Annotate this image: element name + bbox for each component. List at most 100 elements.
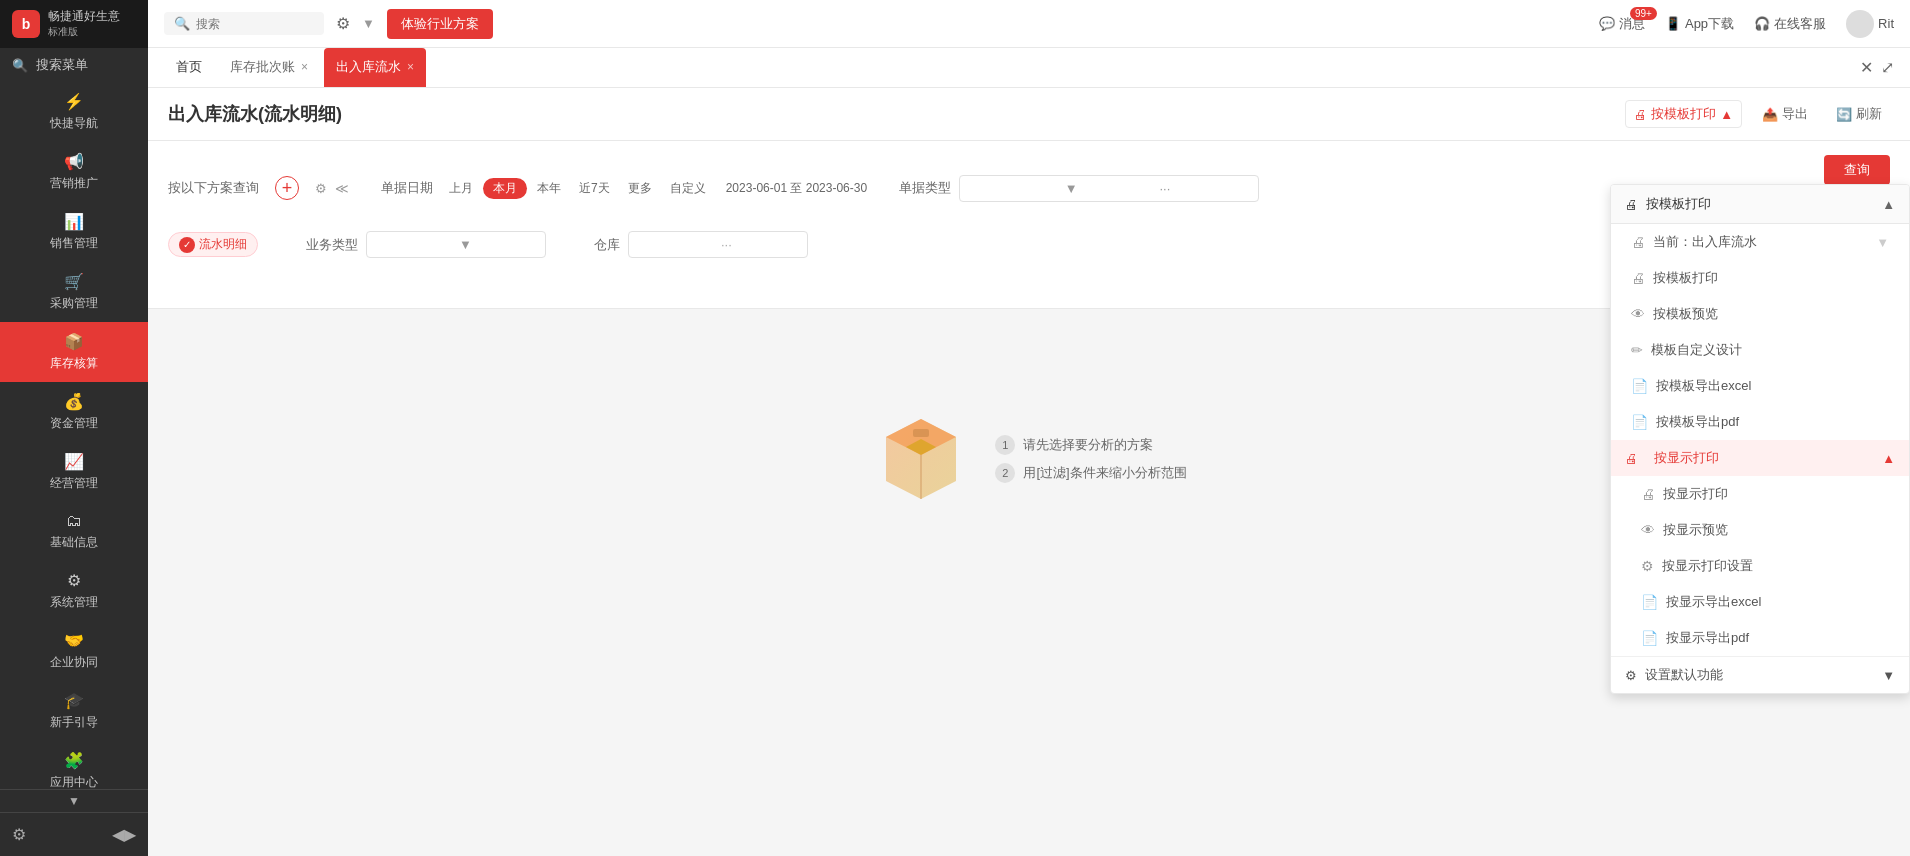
tab-inventory-batch-close[interactable]: ×	[301, 60, 308, 74]
display-excel-label: 按显示导出excel	[1666, 593, 1889, 611]
topbar-gear-icon[interactable]: ⚙	[336, 14, 350, 33]
filter-collapse-icon[interactable]: ≪	[335, 181, 349, 196]
sidebar-item-finance[interactable]: 💰 资金管理	[0, 382, 148, 442]
display-excel-icon: 📄	[1641, 594, 1658, 610]
sidebar-item-marketing[interactable]: 📢 营销推广	[0, 142, 148, 202]
message-badge: 99+	[1630, 7, 1657, 20]
sidebar-item-system[interactable]: ⚙ 系统管理	[0, 561, 148, 621]
filter-settings-icon[interactable]: ⚙	[315, 181, 327, 196]
date-option-last-month[interactable]: 上月	[441, 178, 481, 199]
dropdown-item-display-print[interactable]: 🖨 按显示打印	[1611, 476, 1909, 512]
window-close-button[interactable]: ✕	[1860, 58, 1873, 77]
export-button[interactable]: 📤 导出	[1754, 101, 1816, 127]
export-icon: 📤	[1762, 107, 1778, 122]
settings-icon[interactable]: ⚙	[12, 825, 26, 844]
marketing-icon: 📢	[64, 152, 84, 171]
template-design-label: 模板自定义设计	[1651, 341, 1889, 359]
chevron-up-icon: ▲	[1720, 107, 1733, 122]
dropdown-item-template-print[interactable]: 🖨 按模板打印	[1611, 260, 1909, 296]
sidebar-item-guide[interactable]: 🎓 新手引导	[0, 681, 148, 741]
sidebar-item-sales[interactable]: 📊 销售管理	[0, 202, 148, 262]
business-type-arrow: ▼	[459, 237, 535, 252]
template-preview-icon: 👁	[1631, 306, 1645, 322]
dropdown-footer[interactable]: ⚙ 设置默认功能 ▼	[1611, 656, 1909, 693]
scroll-down-arrow[interactable]: ▼	[68, 794, 80, 808]
window-expand-button[interactable]: ⤢	[1881, 58, 1894, 77]
filter-scheme-label: 按以下方案查询	[168, 179, 259, 197]
business-type-select[interactable]: ▼	[366, 231, 546, 258]
current-arrow: ▼	[1876, 235, 1889, 250]
sidebar-label-basic-info: 基础信息	[50, 534, 98, 551]
template-excel-icon: 📄	[1631, 378, 1648, 394]
template-print-item-label: 按模板打印	[1653, 269, 1889, 287]
collapse-icon[interactable]: ◀▶	[112, 825, 136, 844]
dropdown-item-template-pdf[interactable]: 📄 按模板导出pdf	[1611, 404, 1909, 440]
warehouse-more[interactable]: ···	[721, 237, 797, 252]
topbar-message[interactable]: 💬 消息 99+	[1599, 15, 1645, 33]
service-icon: 🎧	[1754, 16, 1770, 31]
tab-inventory-flow-label: 出入库流水	[336, 58, 401, 76]
date-filter-group: 单据日期 上月 本月 本年 近7天 更多 自定义 2023-06-01 至 20…	[381, 178, 867, 199]
date-option-custom[interactable]: 自定义	[662, 178, 714, 199]
tab-inventory-flow-close[interactable]: ×	[407, 60, 414, 74]
inventory-icon: 📦	[64, 332, 84, 351]
page-title: 出入库流水(流水明细)	[168, 102, 342, 126]
dropdown-item-display-excel[interactable]: 📄 按显示导出excel	[1611, 584, 1909, 620]
date-option-7days[interactable]: 近7天	[571, 178, 618, 199]
sidebar-item-cooperation[interactable]: 🤝 企业协同	[0, 621, 148, 681]
doc-type-arrow: ▼	[1065, 181, 1154, 196]
dropdown-item-template-excel[interactable]: 📄 按模板导出excel	[1611, 368, 1909, 404]
topbar-search-input[interactable]	[196, 17, 296, 31]
topbar-user[interactable]: Rit	[1846, 10, 1894, 38]
dropdown-close-arrow[interactable]: ▲	[1882, 197, 1895, 212]
sidebar-item-operations[interactable]: 📈 经营管理	[0, 442, 148, 502]
date-option-this-year[interactable]: 本年	[529, 178, 569, 199]
sidebar-item-basic-info[interactable]: 🗂 基础信息	[0, 502, 148, 561]
tab-inventory-batch[interactable]: 库存批次账 ×	[218, 48, 320, 87]
empty-steps: 1 请先选择要分析的方案 2 用[过滤]条件来缩小分析范围	[995, 435, 1186, 483]
trial-button[interactable]: 体验行业方案	[387, 9, 493, 39]
topbar-online-service[interactable]: 🎧 在线客服	[1754, 15, 1826, 33]
sidebar-label-sales: 销售管理	[50, 235, 98, 252]
doc-type-select[interactable]: ▼ ···	[959, 175, 1259, 202]
display-print-section-icon: 🖨	[1625, 451, 1638, 466]
sidebar-item-purchase[interactable]: 🛒 采购管理	[0, 262, 148, 322]
active-filter-tag[interactable]: ✓ 流水明细	[168, 232, 258, 257]
dropdown-item-display-preview[interactable]: 👁 按显示预览	[1611, 512, 1909, 548]
system-icon: ⚙	[67, 571, 81, 590]
logo-icon: b	[12, 10, 40, 38]
svg-rect-4	[913, 429, 929, 437]
dropdown-current[interactable]: 🖨 当前：出入库流水 ▼	[1611, 224, 1909, 260]
page-actions: 🖨 按模板打印 ▲ 📤 导出 🔄 刷新	[1625, 100, 1890, 128]
tab-home[interactable]: 首页	[164, 48, 214, 87]
warehouse-select[interactable]: ···	[628, 231, 808, 258]
date-option-this-month[interactable]: 本月	[483, 178, 527, 199]
topbar-dropdown-arrow[interactable]: ▼	[362, 16, 375, 31]
refresh-label: 刷新	[1856, 105, 1882, 123]
sidebar-item-app-center[interactable]: 🧩 应用中心	[0, 741, 148, 789]
active-filter-label: 流水明细	[199, 236, 247, 253]
topbar-search-box[interactable]: 🔍	[164, 12, 324, 35]
date-option-more[interactable]: 更多	[620, 178, 660, 199]
dropdown-item-display-pdf[interactable]: 📄 按显示导出pdf	[1611, 620, 1909, 656]
topbar-app-download[interactable]: 📱 App下载	[1665, 15, 1734, 33]
template-print-button[interactable]: 🖨 按模板打印 ▲	[1625, 100, 1742, 128]
display-preview-label: 按显示预览	[1663, 521, 1889, 539]
sidebar-search[interactable]: 🔍 搜索菜单	[0, 48, 148, 82]
dropdown-section-display[interactable]: 🖨 按显示打印 ▲	[1611, 440, 1909, 476]
export-label: 导出	[1782, 105, 1808, 123]
dropdown-item-template-design[interactable]: ✏ 模板自定义设计	[1611, 332, 1909, 368]
sidebar-label-quick-nav: 快捷导航	[50, 115, 98, 132]
sidebar-item-inventory[interactable]: 📦 库存核算	[0, 322, 148, 382]
tab-inventory-flow[interactable]: 出入库流水 ×	[324, 48, 426, 87]
app-logo: b 畅捷通好生意 标准版	[0, 0, 148, 48]
refresh-button[interactable]: 🔄 刷新	[1828, 101, 1890, 127]
step-2-text: 用[过滤]条件来缩小分析范围	[1023, 464, 1186, 482]
sidebar-item-quick-nav[interactable]: ⚡ 快捷导航	[0, 82, 148, 142]
dropdown-item-template-preview[interactable]: 👁 按模板预览	[1611, 296, 1909, 332]
doc-type-more[interactable]: ···	[1159, 181, 1248, 196]
dropdown-item-display-settings[interactable]: ⚙ 按显示打印设置	[1611, 548, 1909, 584]
filter-add-button[interactable]: +	[275, 176, 299, 200]
query-button[interactable]: 查询	[1824, 155, 1890, 185]
display-settings-label: 按显示打印设置	[1662, 557, 1889, 575]
